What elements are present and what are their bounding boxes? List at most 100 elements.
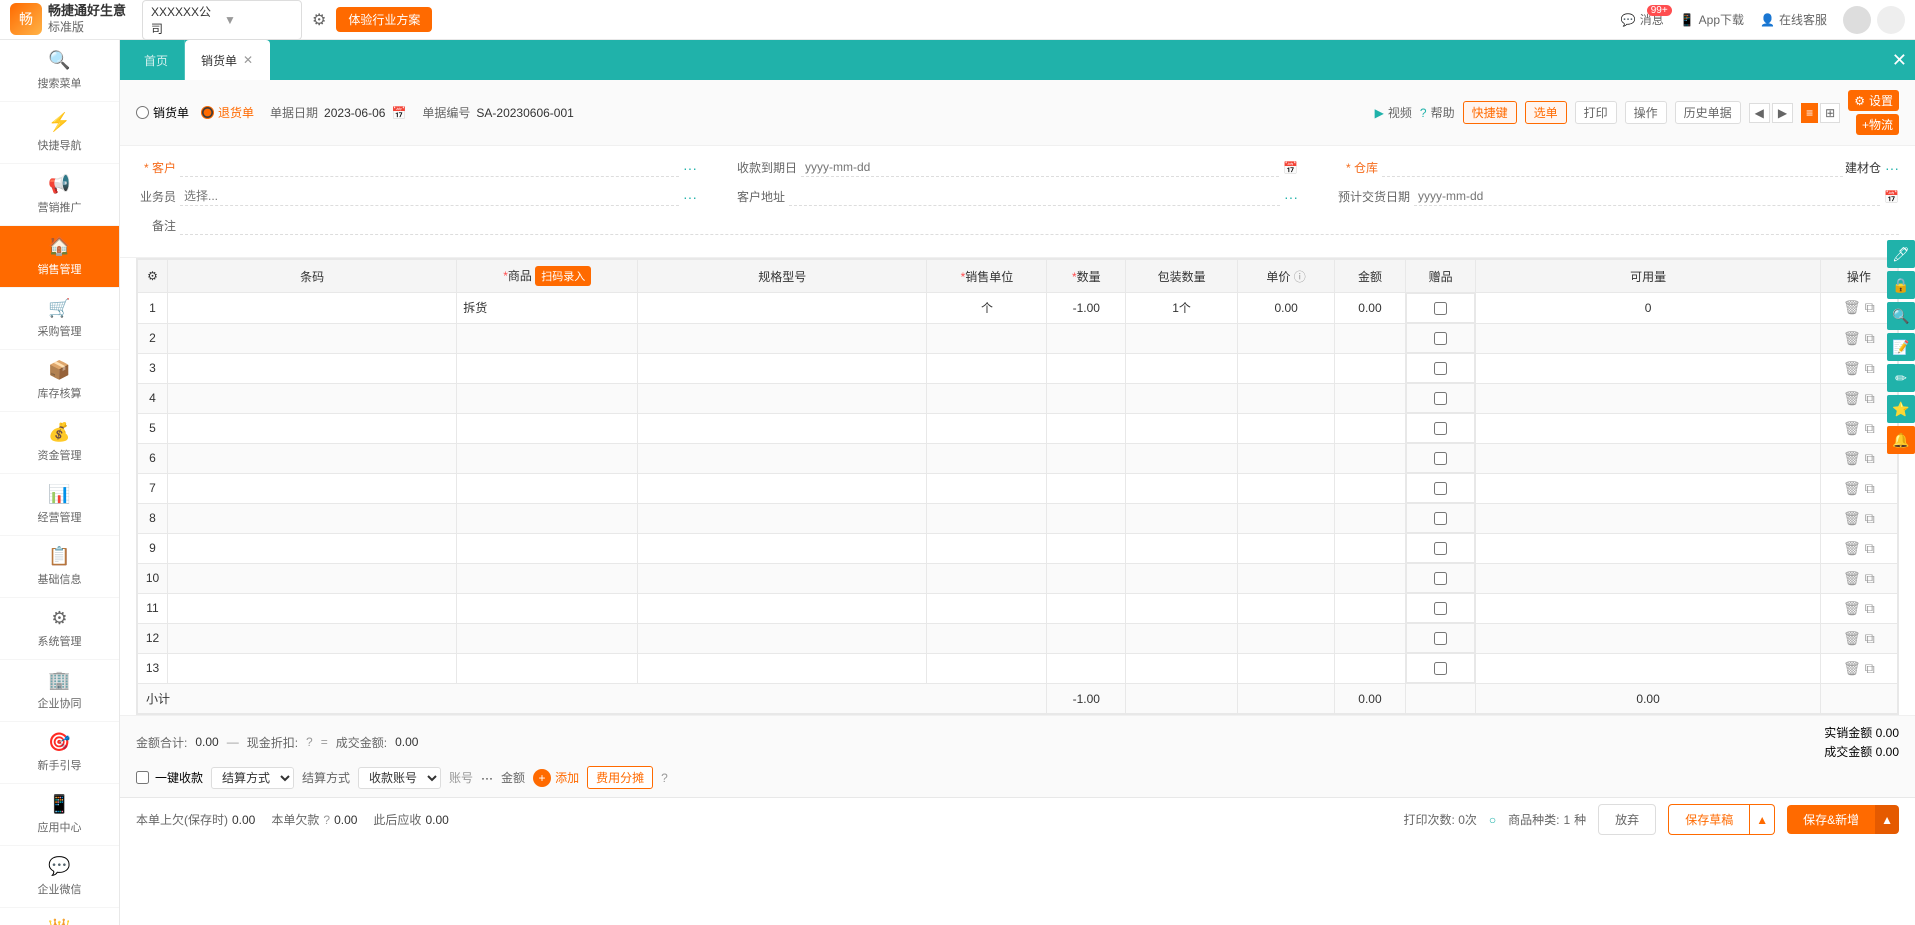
one-click-pay-checkbox[interactable] xyxy=(136,771,149,784)
top-settings-icon[interactable]: ⚙ xyxy=(312,10,326,30)
help-action[interactable]: ? 帮助 xyxy=(1420,104,1455,121)
row-delete-icon[interactable]: 🗑 xyxy=(1843,299,1861,316)
row-spec[interactable] xyxy=(638,623,927,653)
row-copy-icon[interactable]: ⧉ xyxy=(1865,510,1875,527)
video-action[interactable]: ▶ 视频 xyxy=(1375,104,1412,121)
fee-split-button[interactable]: 费用分摊 xyxy=(587,766,653,789)
row-copy-icon[interactable]: ⧉ xyxy=(1865,330,1875,347)
sidebar-item-inventory[interactable]: 📦 库存核算 xyxy=(0,350,119,412)
sidebar-item-search[interactable]: 🔍 搜索菜单 xyxy=(0,40,119,102)
scan-button[interactable]: 扫码录入 xyxy=(535,266,591,286)
row-barcode[interactable] xyxy=(168,413,457,443)
row-barcode[interactable] xyxy=(168,623,457,653)
online-service-action[interactable]: 👤 在线客服 xyxy=(1760,11,1827,28)
sidebar-item-system[interactable]: ⚙ 系统管理 xyxy=(0,598,119,660)
doc-date-calendar-icon[interactable]: 📅 xyxy=(391,106,406,120)
right-panel-btn-4[interactable]: 📝 xyxy=(1887,333,1915,361)
due-date-calendar-icon[interactable]: 📅 xyxy=(1283,161,1298,175)
customer-address-input[interactable] xyxy=(789,187,1280,206)
right-panel-btn-5[interactable]: ✏ xyxy=(1887,364,1915,392)
row-delete-icon[interactable]: 🗑 xyxy=(1843,540,1861,557)
abandon-button[interactable]: 放弃 xyxy=(1598,804,1656,835)
row-copy-icon[interactable]: ⧉ xyxy=(1865,600,1875,617)
row-gift[interactable] xyxy=(1406,473,1476,503)
row-copy-icon[interactable]: ⧉ xyxy=(1865,570,1875,587)
salesperson-input[interactable] xyxy=(180,187,679,206)
row-barcode[interactable] xyxy=(168,653,457,684)
th-gear[interactable]: ⚙ xyxy=(138,260,168,293)
row-copy-icon[interactable]: ⧉ xyxy=(1865,540,1875,557)
row-barcode[interactable] xyxy=(168,323,457,353)
history-button[interactable]: 历史单据 xyxy=(1675,101,1741,124)
row-spec[interactable] xyxy=(638,383,927,413)
next-button[interactable]: ▶ xyxy=(1772,103,1793,123)
user-avatar[interactable] xyxy=(1843,6,1871,34)
user-avatar-2[interactable] xyxy=(1877,6,1905,34)
return-order-radio[interactable]: 退货单 xyxy=(201,104,254,121)
address-more-icon[interactable]: ··· xyxy=(1284,189,1298,205)
row-delete-icon[interactable]: 🗑 xyxy=(1843,480,1861,497)
row-barcode[interactable] xyxy=(168,293,457,324)
trial-button[interactable]: 体验行业方案 xyxy=(336,7,432,32)
row-delete-icon[interactable]: 🗑 xyxy=(1843,630,1861,647)
add-amount-button[interactable]: + xyxy=(533,769,551,787)
warehouse-more-icon[interactable]: ··· xyxy=(1885,160,1899,176)
row-spec[interactable] xyxy=(638,323,927,353)
warehouse-input[interactable] xyxy=(1382,158,1843,177)
expected-delivery-input[interactable] xyxy=(1414,187,1880,206)
operation-button[interactable]: 操作 xyxy=(1625,101,1667,124)
save-draft-button[interactable]: 保存草稿 xyxy=(1668,804,1750,835)
save-new-dropdown[interactable]: ▲ xyxy=(1875,805,1899,834)
row-barcode[interactable] xyxy=(168,533,457,563)
row-delete-icon[interactable]: 🗑 xyxy=(1843,450,1861,467)
sidebar-item-operations[interactable]: 📊 经营管理 xyxy=(0,474,119,536)
sidebar-item-guide[interactable]: 🎯 新手引导 xyxy=(0,722,119,784)
row-delete-icon[interactable]: 🗑 xyxy=(1843,420,1861,437)
row-spec[interactable] xyxy=(638,353,927,383)
row-copy-icon[interactable]: ⧉ xyxy=(1865,480,1875,497)
doc-due-help-icon[interactable]: ? xyxy=(323,813,330,827)
tab-close-icon[interactable]: ✕ xyxy=(243,53,253,67)
customer-input[interactable] xyxy=(180,158,679,177)
row-delete-icon[interactable]: 🗑 xyxy=(1843,570,1861,587)
prev-button[interactable]: ◀ xyxy=(1749,103,1770,123)
company-select[interactable]: XXXXXX公司 ▼ xyxy=(142,0,302,40)
sidebar-item-purchase[interactable]: 🛒 采购管理 xyxy=(0,288,119,350)
tab-close-all-icon[interactable]: ✕ xyxy=(1892,50,1907,71)
row-spec[interactable] xyxy=(638,473,927,503)
row-gift[interactable] xyxy=(1406,653,1476,683)
right-panel-btn-6[interactable]: ⭐ xyxy=(1887,395,1915,423)
row-gift[interactable] xyxy=(1406,623,1476,653)
row-barcode[interactable] xyxy=(168,443,457,473)
sidebar-item-enterprise[interactable]: 🏢 企业协同 xyxy=(0,660,119,722)
row-spec[interactable] xyxy=(638,413,927,443)
save-draft-dropdown[interactable]: ▲ xyxy=(1750,804,1775,835)
sidebar-item-basics[interactable]: 📋 基础信息 xyxy=(0,536,119,598)
right-panel-btn-1[interactable]: 🖊 xyxy=(1887,240,1915,268)
customer-more-icon[interactable]: ··· xyxy=(683,160,697,176)
row-gift[interactable] xyxy=(1406,443,1476,473)
sidebar-item-weixin[interactable]: 💬 企业微信 xyxy=(0,846,119,908)
row-gift[interactable] xyxy=(1406,533,1476,563)
shortcut-button[interactable]: 快捷键 xyxy=(1463,101,1517,124)
right-panel-btn-3[interactable]: 🔍 xyxy=(1887,302,1915,330)
row-spec[interactable] xyxy=(638,443,927,473)
sidebar-item-quicknav[interactable]: ⚡ 快捷导航 xyxy=(0,102,119,164)
cash-discount-help-icon[interactable]: ? xyxy=(306,735,313,749)
row-barcode[interactable] xyxy=(168,473,457,503)
row-gift[interactable] xyxy=(1406,563,1476,593)
remarks-input[interactable] xyxy=(180,216,1899,235)
row-delete-icon[interactable]: 🗑 xyxy=(1843,660,1861,677)
row-barcode[interactable] xyxy=(168,383,457,413)
row-copy-icon[interactable]: ⧉ xyxy=(1865,630,1875,647)
settlement-method-select[interactable]: 结算方式 xyxy=(211,767,294,789)
row-gift[interactable] xyxy=(1406,323,1476,353)
row-barcode[interactable] xyxy=(168,503,457,533)
row-gift[interactable] xyxy=(1406,503,1476,533)
row-delete-icon[interactable]: 🗑 xyxy=(1843,330,1861,347)
row-spec[interactable] xyxy=(638,593,927,623)
row-gift[interactable] xyxy=(1406,593,1476,623)
row-copy-icon[interactable]: ⧉ xyxy=(1865,450,1875,467)
unit-price-info-icon[interactable]: ⓘ xyxy=(1294,270,1306,284)
tab-home[interactable]: 首页 xyxy=(128,40,185,80)
